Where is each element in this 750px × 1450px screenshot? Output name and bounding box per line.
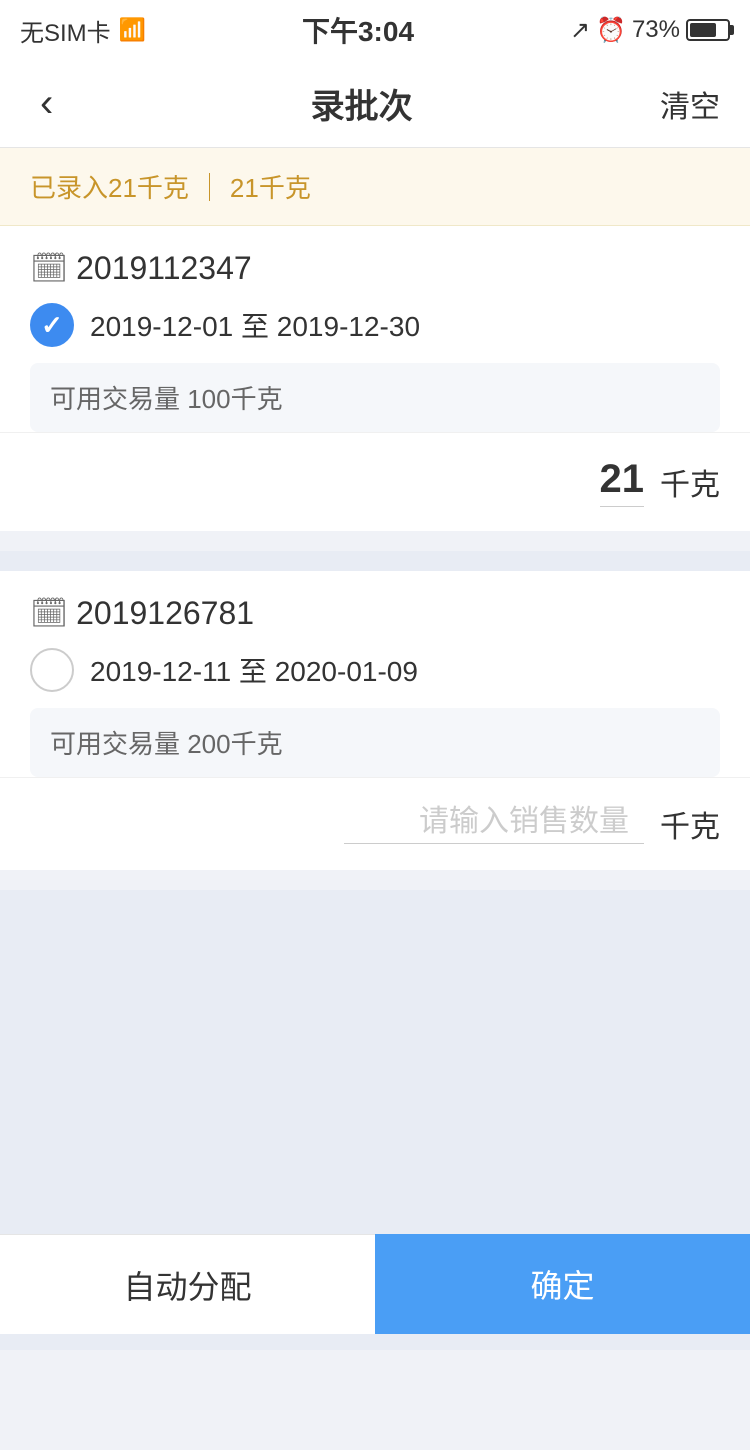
location-icon: ↗ — [570, 16, 590, 45]
recorded-value: 21千克 — [230, 168, 311, 205]
batch-1-id-row: 🗓 2019112347 — [30, 250, 720, 287]
bottom-bar: 自动分配 确定 — [0, 1234, 750, 1334]
alarm-icon: ⏰ — [596, 16, 626, 45]
batch-item-1: 🗓 2019112347 2019-12-01 至 2019-12-30 可用交… — [0, 226, 750, 531]
battery-fill — [690, 23, 716, 37]
batch-2-input-row: 千克 — [0, 777, 750, 870]
batch-1-amount-row: 21 千克 — [0, 432, 750, 531]
batch-2-radio[interactable] — [30, 648, 74, 692]
batch-1-date: 2019-12-01 至 2019-12-30 — [90, 305, 420, 345]
separator — [0, 551, 750, 571]
bottom-spacer — [0, 1350, 750, 1450]
page-title: 录批次 — [311, 79, 413, 128]
info-banner: 已录入21千克 21千克 — [0, 148, 750, 226]
status-left: 无SIM卡 📶 — [20, 13, 146, 48]
battery-icon — [686, 19, 730, 41]
batch-2-available: 可用交易量 200千克 — [30, 708, 720, 777]
batch-1-available: 可用交易量 100千克 — [30, 363, 720, 432]
recorded-label: 已录入21千克 — [30, 168, 189, 205]
batch-2-date: 2019-12-11 至 2020-01-09 — [90, 650, 418, 690]
back-button[interactable]: ‹ — [30, 71, 63, 136]
batch-item-2-inner: 🗓 2019126781 2019-12-11 至 2020-01-09 可用交… — [0, 571, 750, 777]
batch-2-date-row[interactable]: 2019-12-11 至 2020-01-09 — [30, 648, 720, 692]
auto-distribute-button[interactable]: 自动分配 — [0, 1234, 375, 1334]
confirm-button[interactable]: 确定 — [375, 1234, 750, 1334]
batch-1-amount: 21 — [600, 457, 645, 507]
batch-1-radio[interactable] — [30, 303, 74, 347]
wifi-icon: 📶 — [119, 17, 146, 43]
batch-item-1-inner: 🗓 2019112347 2019-12-01 至 2019-12-30 可用交… — [0, 226, 750, 432]
batch-2-icon: 🗓 — [30, 596, 68, 631]
clear-button[interactable]: 清空 — [660, 82, 720, 126]
status-bar: 无SIM卡 📶 下午3:04 ↗ ⏰ 73% — [0, 0, 750, 60]
batch-2-id-row: 🗓 2019126781 — [30, 595, 720, 632]
batch-item-2: 🗓 2019126781 2019-12-11 至 2020-01-09 可用交… — [0, 571, 750, 870]
batch-2-id: 2019126781 — [76, 595, 254, 632]
info-divider — [209, 173, 210, 201]
batch-1-unit: 千克 — [660, 460, 720, 504]
batch-1-icon: 🗓 — [30, 251, 68, 286]
battery-percent: 73% — [632, 16, 680, 44]
batch-1-date-row[interactable]: 2019-12-01 至 2019-12-30 — [30, 303, 720, 347]
batch-2-unit: 千克 — [660, 802, 720, 846]
status-right: ↗ ⏰ 73% — [570, 16, 730, 45]
sim-text: 无SIM卡 — [20, 13, 111, 48]
quantity-input[interactable] — [344, 805, 644, 844]
nav-bar: ‹ 录批次 清空 — [0, 60, 750, 148]
status-time: 下午3:04 — [302, 10, 414, 50]
batch-1-id: 2019112347 — [76, 250, 252, 287]
